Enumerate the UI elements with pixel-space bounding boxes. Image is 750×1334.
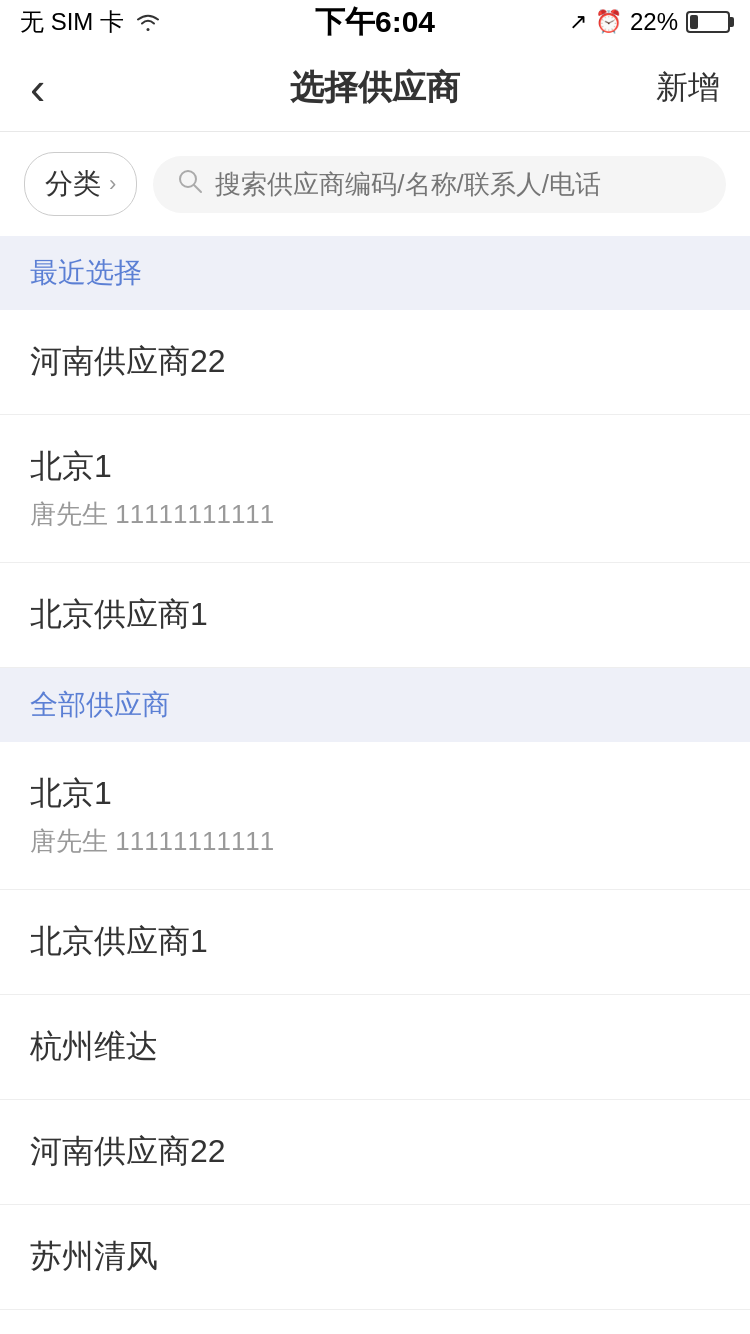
item-name: 北京1	[30, 445, 720, 489]
search-input[interactable]	[215, 169, 702, 200]
all-section-header: 全部供应商	[0, 668, 750, 742]
chevron-right-icon: ›	[109, 171, 116, 197]
svg-line-1	[194, 185, 201, 192]
list-item[interactable]: 北京1 唐先生 11111111111	[0, 415, 750, 563]
item-name: 杭州维达	[30, 1025, 720, 1069]
category-button[interactable]: 分类 ›	[24, 152, 137, 216]
item-name: 北京供应商1	[30, 920, 720, 964]
status-left: 无 SIM 卡	[20, 6, 162, 38]
status-right: ↗ ⏰ 22%	[569, 8, 730, 36]
battery-icon	[686, 11, 730, 33]
item-sub: 唐先生 11111111111	[30, 824, 720, 859]
item-name: 北京供应商1	[30, 593, 720, 637]
status-time: 下午6:04	[315, 2, 435, 43]
status-bar: 无 SIM 卡 下午6:04 ↗ ⏰ 22%	[0, 0, 750, 44]
item-name: 苏州清风	[30, 1235, 720, 1279]
battery-percent: 22%	[630, 8, 678, 36]
search-icon	[177, 168, 203, 201]
wifi-icon	[134, 12, 162, 32]
back-button[interactable]: ‹	[30, 61, 110, 115]
alarm-icon: ⏰	[595, 9, 622, 35]
item-name: 北京1	[30, 772, 720, 816]
item-sub: 唐先生 11111111111	[30, 497, 720, 532]
list-item[interactable]: 杭州维达	[0, 995, 750, 1100]
search-area: 分类 ›	[0, 132, 750, 236]
add-button[interactable]: 新增	[640, 66, 720, 110]
item-name: 河南供应商22	[30, 340, 720, 384]
all-items-list: 北京1 唐先生 11111111111 北京供应商1 杭州维达河南供应商22 苏州清风	[0, 742, 750, 1310]
category-label: 分类	[45, 165, 101, 203]
list-item[interactable]: 北京供应商1	[0, 890, 750, 995]
recent-section-label: 最近选择	[30, 257, 142, 288]
all-section-label: 全部供应商	[30, 689, 170, 720]
search-box	[153, 156, 726, 213]
list-item[interactable]: 北京1 唐先生 11111111111	[0, 742, 750, 890]
list-item[interactable]: 苏州清风	[0, 1205, 750, 1310]
carrier-text: 无 SIM 卡	[20, 6, 124, 38]
list-item[interactable]: 北京供应商1	[0, 563, 750, 668]
list-item[interactable]: 河南供应商22	[0, 310, 750, 415]
location-icon: ↗	[569, 9, 587, 35]
recent-section-header: 最近选择	[0, 236, 750, 310]
recent-items-list: 河南供应商22 北京1 唐先生 11111111111 北京供应商1	[0, 310, 750, 668]
list-item[interactable]: 河南供应商22	[0, 1100, 750, 1205]
nav-bar: ‹ 选择供应商 新增	[0, 44, 750, 132]
item-name: 河南供应商22	[30, 1130, 720, 1174]
page-title: 选择供应商	[290, 65, 460, 111]
